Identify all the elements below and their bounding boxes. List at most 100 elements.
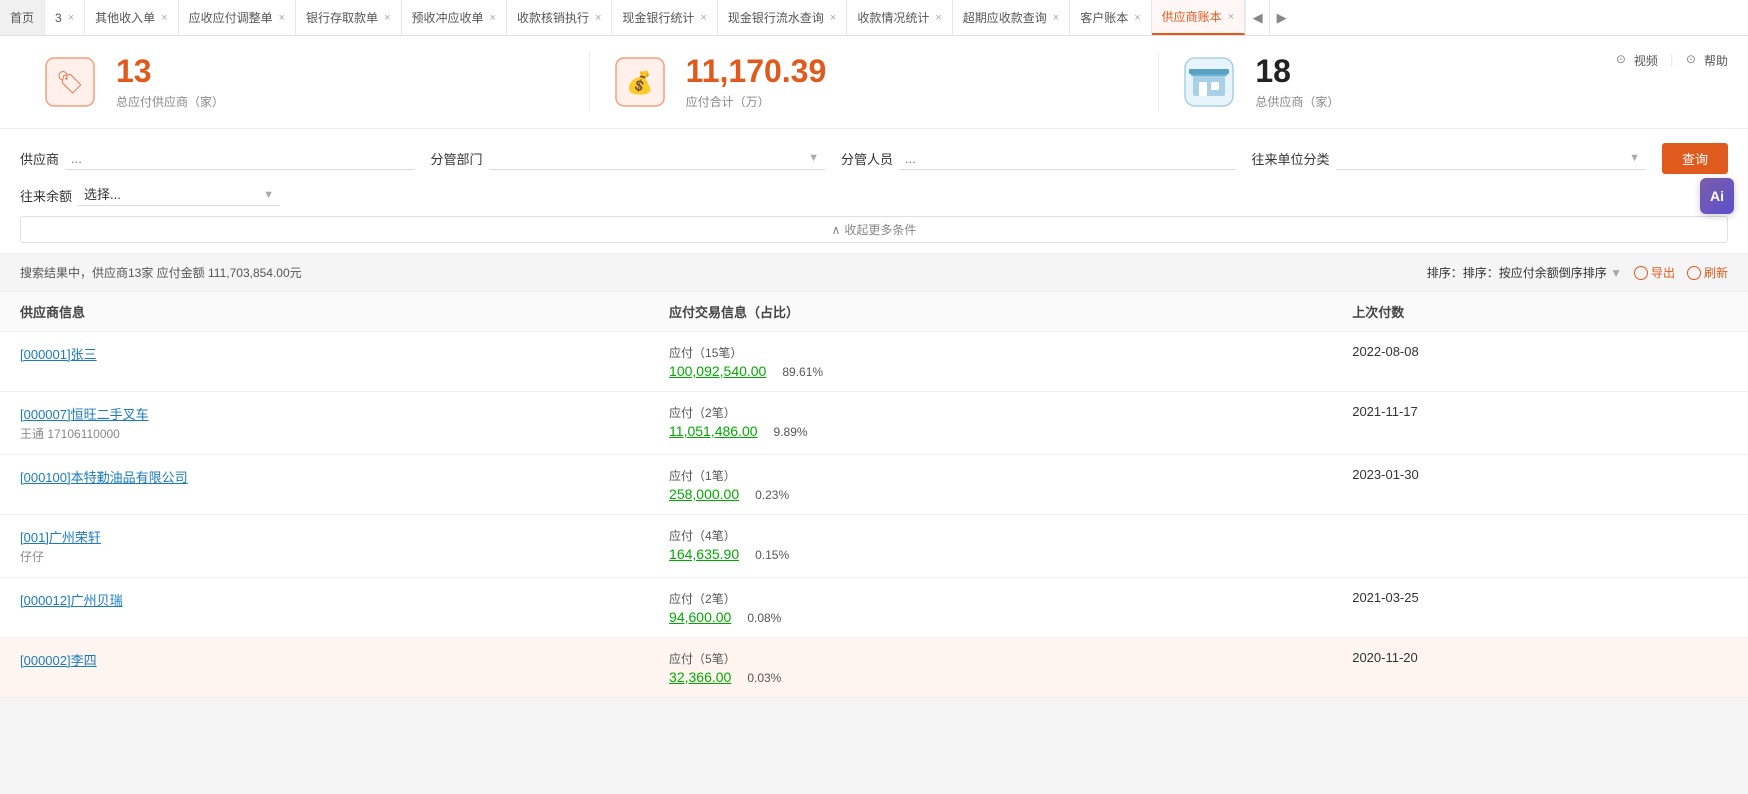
payable-amount-link[interactable]: 258,000.00: [669, 486, 739, 502]
payable-count: 应付（2笔）: [669, 590, 1352, 607]
total-suppliers-num: 18: [1255, 54, 1339, 89]
payable-amount-link[interactable]: 32,366.00: [669, 669, 731, 685]
payable-info: 应付（1笔） 258,000.00 0.23%: [669, 467, 1352, 502]
collapse-button[interactable]: ∧ 收起更多条件: [20, 216, 1728, 243]
top-nav: 首页 3 × 其他收入单 × 应收应付调整单 × 银行存取款单 × 预收冲应收单…: [0, 0, 1748, 36]
supplier-sub: 王通 17106110000: [20, 425, 669, 442]
payable-amount-link[interactable]: 100,092,540.00: [669, 363, 766, 379]
export-button[interactable]: 导出: [1634, 264, 1675, 281]
query-button[interactable]: 查询: [1662, 143, 1728, 174]
payable-total-label: 应付合计（万）: [686, 93, 827, 110]
video-link[interactable]: 视频: [1634, 52, 1658, 69]
payable-pct: 0.08%: [747, 611, 781, 625]
nav-tab-collection-stat[interactable]: 收款情况统计 ×: [847, 0, 952, 35]
payable-pct: 9.89%: [774, 425, 808, 439]
table-row: [000012]广州贝瑞 应付（2笔） 94,600.00 0.08% 2021…: [0, 578, 1748, 638]
supplier-info: [000001]张三: [20, 344, 669, 363]
table-row: [000007]恒旺二手叉车 王通 17106110000 应付（2笔） 11,…: [0, 392, 1748, 455]
payable-count: 应付（15笔）: [669, 344, 1352, 361]
close-icon[interactable]: ×: [384, 12, 390, 24]
ai-button[interactable]: Ai: [1700, 178, 1734, 214]
payable-amount-link[interactable]: 94,600.00: [669, 609, 731, 625]
result-summary-text: 搜索结果中，供应商13家 应付金额 111,703,854.00元: [20, 264, 302, 281]
payable-amount-link[interactable]: 11,051,486.00: [669, 423, 758, 439]
suppliers-payable-label: 总应付供应商（家）: [116, 93, 224, 110]
balance-select-wrap[interactable]: 选择... ▼: [78, 184, 280, 206]
unit-class-select[interactable]: [1342, 151, 1626, 166]
supplier-payable-icon: 🏷: [40, 52, 100, 112]
header-lastpay: 上次付数: [1352, 302, 1728, 321]
unit-class-select-wrap[interactable]: ▼: [1336, 148, 1646, 170]
payable-info: 应付（15笔） 100,092,540.00 89.61%: [669, 344, 1352, 379]
table-row: [000002]李四 应付（5笔） 32,366.00 0.03% 2020-1…: [0, 638, 1748, 698]
nav-tab-overdue[interactable]: 超期应收款查询 ×: [953, 0, 1070, 35]
supplier-link[interactable]: [001]广州荣轩: [20, 530, 101, 545]
close-icon[interactable]: ×: [490, 12, 496, 24]
nav-tab-bank[interactable]: 银行存取款单 ×: [296, 0, 401, 35]
nav-tab-prepay[interactable]: 预收冲应收单 ×: [402, 0, 507, 35]
svg-text:💰: 💰: [626, 70, 653, 96]
nav-tab-collection[interactable]: 收款核销执行 ×: [507, 0, 612, 35]
help-link[interactable]: 帮助: [1704, 52, 1728, 69]
nav-tab-3[interactable]: 3 ×: [45, 0, 85, 35]
nav-tab-cash-stat[interactable]: 现金银行统计 ×: [612, 0, 717, 35]
supplier-link[interactable]: [000001]张三: [20, 347, 97, 362]
nav-tab-cash-flow[interactable]: 现金银行流水查询 ×: [718, 0, 847, 35]
nav-prev-arrow[interactable]: ◀: [1245, 0, 1269, 35]
nav-tab-home[interactable]: 首页: [0, 0, 45, 35]
nav-next-arrow[interactable]: ▶: [1269, 0, 1293, 35]
dept-select[interactable]: [495, 151, 805, 166]
filter-supplier: 供应商: [20, 148, 415, 170]
summary-bar: 🏷 13 总应付供应商（家） 💰 11,170.39 应付合计（万）: [0, 36, 1748, 129]
summary-text-suppliers-payable: 13 总应付供应商（家）: [116, 54, 224, 110]
nav-tab-supplier-ledger[interactable]: 供应商账本 ×: [1152, 0, 1245, 35]
nav-tab-adjust[interactable]: 应收应付调整单 ×: [179, 0, 296, 35]
filter-row-2: 往来余额 选择... ▼: [20, 184, 1728, 206]
balance-select[interactable]: 选择...: [84, 187, 259, 202]
refresh-icon: [1687, 266, 1701, 280]
close-icon[interactable]: ×: [68, 12, 74, 24]
payable-info: 应付（5笔） 32,366.00 0.03%: [669, 650, 1352, 685]
payable-info: 应付（4笔） 164,635.90 0.15%: [669, 527, 1352, 562]
payable-pct: 0.23%: [755, 488, 789, 502]
supplier-info: [000002]李四: [20, 650, 669, 669]
close-icon[interactable]: ×: [1228, 11, 1234, 23]
close-icon[interactable]: ×: [1053, 12, 1059, 24]
filter-unit-class: 往来单位分类 ▼: [1252, 148, 1647, 170]
result-bar-right: 排序：排序：按应付余额倒序排序 ▼ 导出 刷新: [1427, 264, 1728, 281]
supplier-info: [000012]广州贝瑞: [20, 590, 669, 609]
balance-label: 往来余额: [20, 186, 72, 205]
top-right-links: ⊙ 视频 ｜ ⊙ 帮助: [1616, 52, 1728, 69]
supplier-info: [001]广州荣轩 仔仔: [20, 527, 669, 565]
last-pay-date: 2022-08-08: [1352, 344, 1728, 359]
close-icon[interactable]: ×: [935, 12, 941, 24]
supplier-link[interactable]: [000007]恒旺二手叉车: [20, 407, 149, 422]
close-icon[interactable]: ×: [161, 12, 167, 24]
filter-row-1: 供应商 分管部门 ▼ 分管人员 往来单位分类 ▼ 查询: [20, 143, 1728, 174]
supplier-label: 供应商: [20, 149, 59, 168]
supplier-input[interactable]: [65, 148, 414, 170]
person-input[interactable]: [899, 148, 1235, 170]
supplier-link[interactable]: [000100]本特勤油品有限公司: [20, 470, 188, 485]
close-icon[interactable]: ×: [595, 12, 601, 24]
close-icon[interactable]: ×: [1134, 12, 1140, 24]
close-icon[interactable]: ×: [279, 12, 285, 24]
last-pay-date: 2021-03-25: [1352, 590, 1728, 605]
refresh-button[interactable]: 刷新: [1687, 264, 1728, 281]
person-label: 分管人员: [841, 149, 893, 168]
payable-total-num: 11,170.39: [686, 54, 827, 89]
close-icon[interactable]: ×: [830, 12, 836, 24]
supplier-link[interactable]: [000012]广州贝瑞: [20, 593, 123, 608]
supplier-link[interactable]: [000002]李四: [20, 653, 97, 668]
supplier-info: [000007]恒旺二手叉车 王通 17106110000: [20, 404, 669, 442]
payable-total-icon: 💰: [610, 52, 670, 112]
nav-tab-other-income[interactable]: 其他收入单 ×: [85, 0, 178, 35]
close-icon[interactable]: ×: [700, 12, 706, 24]
payable-count: 应付（4笔）: [669, 527, 1352, 544]
payable-amount-link[interactable]: 164,635.90: [669, 546, 739, 562]
sort-label: 排序：排序：按应付余额倒序排序 ▼: [1427, 264, 1622, 281]
dept-select-wrap[interactable]: ▼: [489, 148, 825, 170]
header-supplier: 供应商信息: [20, 302, 669, 321]
chevron-up-icon: ∧: [832, 223, 841, 237]
nav-tab-customer-ledger[interactable]: 客户账本 ×: [1070, 0, 1151, 35]
